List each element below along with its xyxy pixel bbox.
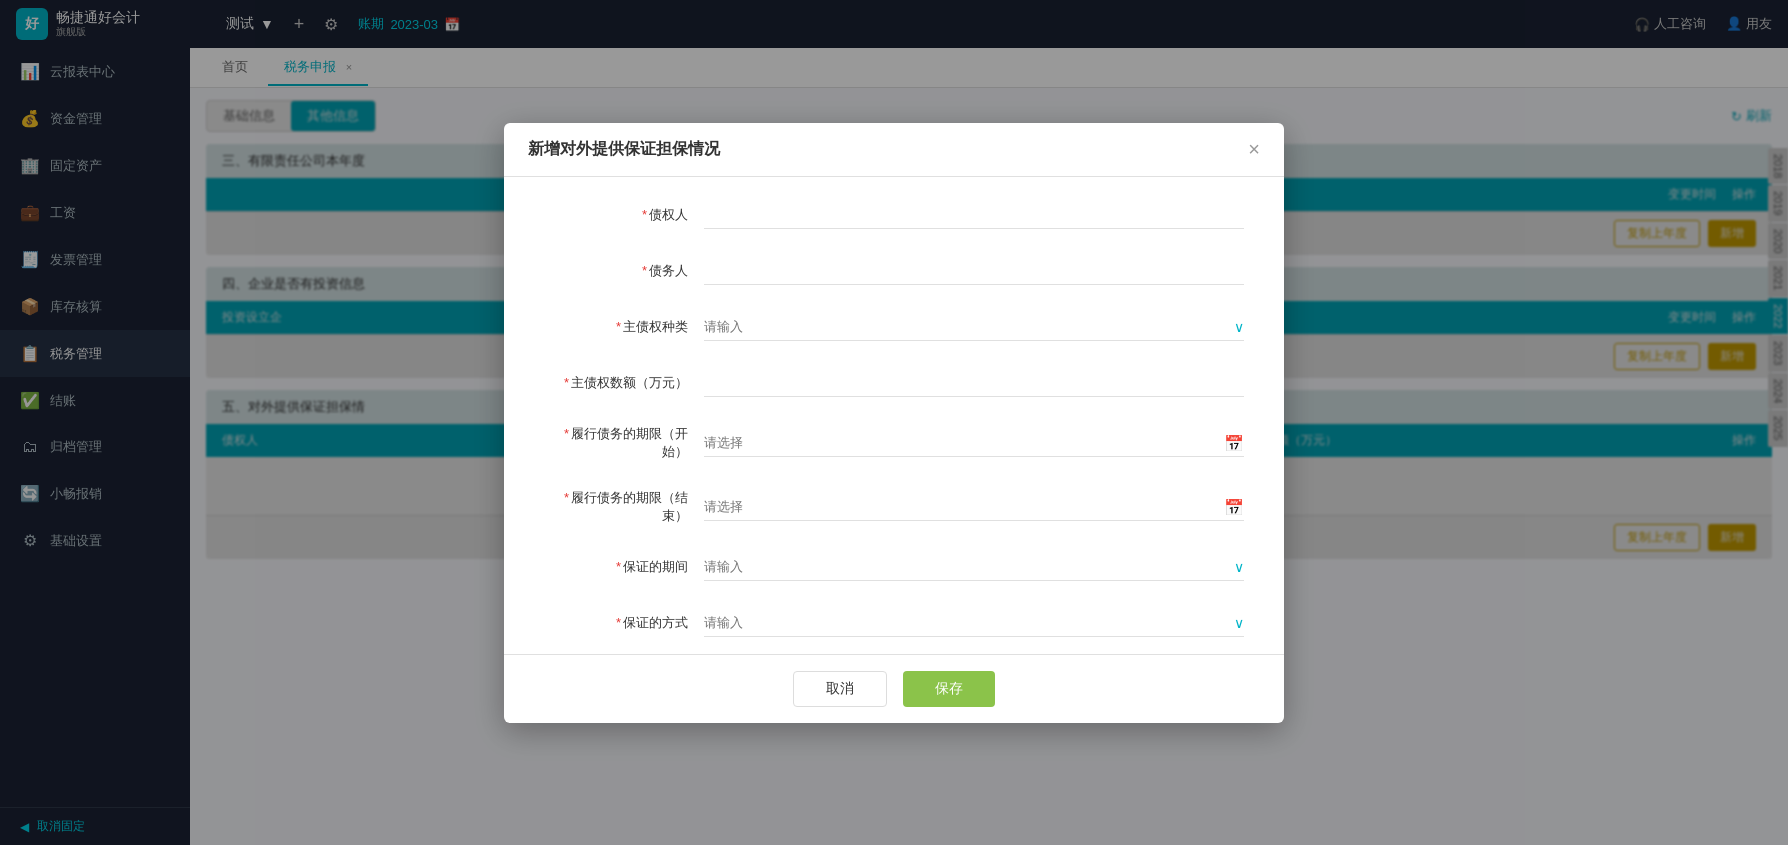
save-button[interactable]: 保存 (903, 671, 995, 707)
form-row-debtor: *债务人 (544, 257, 1244, 285)
guarantee-method-select-wrap: ∨ (704, 609, 1244, 637)
creditor-label: *债权人 (544, 206, 704, 224)
claim-type-input[interactable] (704, 313, 1244, 341)
form-row-period-start: *履行债务的期限（开始） 📅 (544, 425, 1244, 461)
form-row-guarantee-period: *保证的期间 ∨ (544, 553, 1244, 581)
period-end-label: *履行债务的期限（结束） (544, 489, 704, 525)
cancel-button[interactable]: 取消 (793, 671, 887, 707)
period-end-field: 📅 (704, 493, 1244, 521)
claim-type-select-wrap: ∨ (704, 313, 1244, 341)
period-start-date-wrap: 📅 (704, 429, 1244, 457)
dialog-close-btn[interactable]: × (1248, 139, 1260, 159)
period-start-input[interactable] (704, 429, 1244, 457)
form-row-creditor: *债权人 (544, 201, 1244, 229)
guarantee-method-field: ∨ (704, 609, 1244, 637)
dialog-footer: 取消 保存 (504, 654, 1284, 723)
creditor-input[interactable] (704, 201, 1244, 229)
form-row-claim-type: *主债权种类 ∨ (544, 313, 1244, 341)
debtor-label: *债务人 (544, 262, 704, 280)
claim-amount-field (704, 369, 1244, 397)
period-start-label: *履行债务的期限（开始） (544, 425, 704, 461)
dialog-title: 新增对外提供保证担保情况 (528, 139, 720, 160)
guarantee-method-input[interactable] (704, 609, 1244, 637)
dialog-body: *债权人 *债务人 *主债权种类 (504, 177, 1284, 654)
dialog-header: 新增对外提供保证担保情况 × (504, 123, 1284, 177)
form-row-guarantee-method: *保证的方式 ∨ (544, 609, 1244, 637)
dialog: 新增对外提供保证担保情况 × *债权人 *债务人 (504, 123, 1284, 723)
claim-amount-label: *主债权数额（万元） (544, 374, 704, 392)
period-end-date-wrap: 📅 (704, 493, 1244, 521)
creditor-field (704, 201, 1244, 229)
claim-type-label: *主债权种类 (544, 318, 704, 336)
debtor-input[interactable] (704, 257, 1244, 285)
period-end-calendar-icon[interactable]: 📅 (1224, 497, 1244, 516)
claim-type-field: ∨ (704, 313, 1244, 341)
guarantee-method-label: *保证的方式 (544, 614, 704, 632)
guarantee-period-input[interactable] (704, 553, 1244, 581)
guarantee-period-select-wrap: ∨ (704, 553, 1244, 581)
period-start-field: 📅 (704, 429, 1244, 457)
debtor-field (704, 257, 1244, 285)
form-row-claim-amount: *主债权数额（万元） (544, 369, 1244, 397)
modal-overlay: 新增对外提供保证担保情况 × *债权人 *债务人 (0, 0, 1788, 845)
period-end-input[interactable] (704, 493, 1244, 521)
guarantee-period-label: *保证的期间 (544, 558, 704, 576)
form-row-period-end: *履行债务的期限（结束） 📅 (544, 489, 1244, 525)
period-start-calendar-icon[interactable]: 📅 (1224, 433, 1244, 452)
claim-amount-input[interactable] (704, 369, 1244, 397)
guarantee-period-field: ∨ (704, 553, 1244, 581)
